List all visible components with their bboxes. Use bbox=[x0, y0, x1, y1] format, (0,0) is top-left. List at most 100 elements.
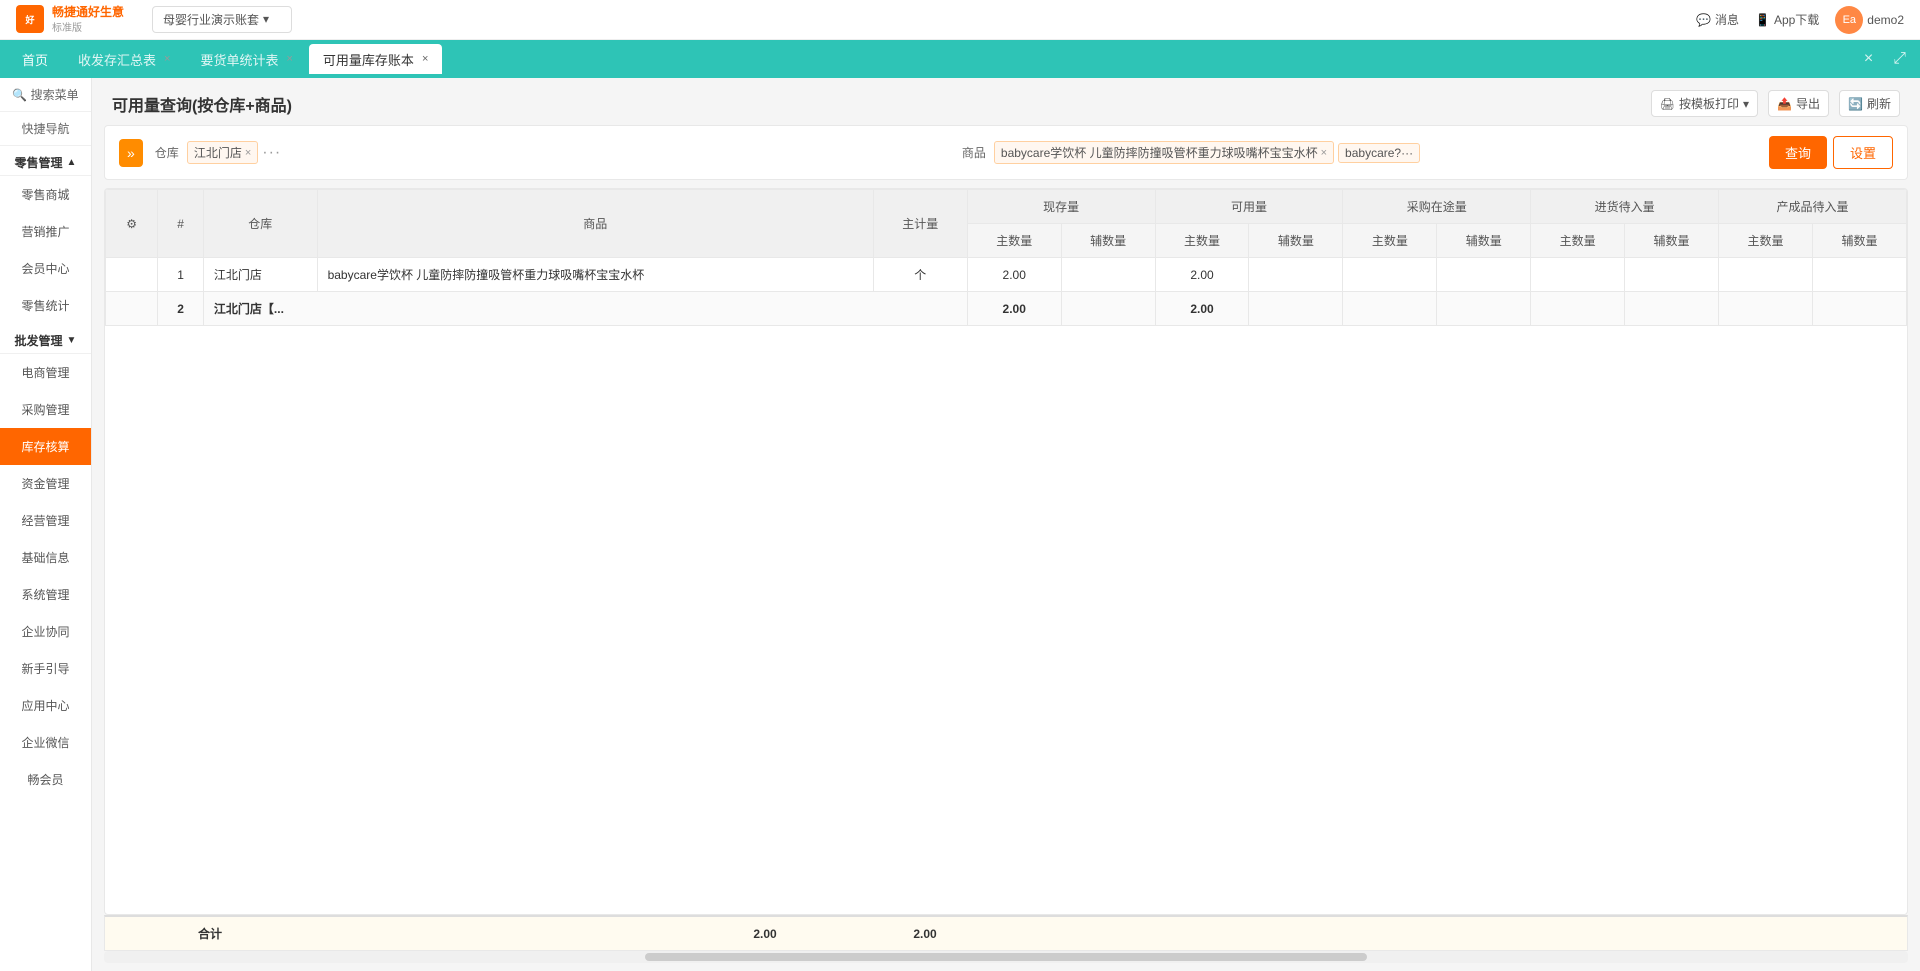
sidebar-item-marketing[interactable]: 营销推广 bbox=[0, 213, 91, 250]
brand-sub: 标准版 bbox=[52, 19, 124, 34]
group-purchase-main bbox=[1343, 292, 1437, 326]
arrow-down-icon: ▼ bbox=[67, 335, 77, 346]
stock-main-qty-header: 主数量 bbox=[967, 224, 1061, 258]
tab-receivable-summary[interactable]: 收发存汇总表 × bbox=[64, 44, 184, 74]
sidebar-item-operations[interactable]: 经营管理 bbox=[0, 502, 91, 539]
filter-product-group: 商品 babycare学饮杯 儿童防摔防撞吸管杯重力球吸嘴杯宝宝水杯 × bab… bbox=[962, 141, 1757, 164]
refresh-btn[interactable]: 🔄 刷新 bbox=[1839, 90, 1900, 117]
print-btn[interactable]: 🖨 按模板打印 ▾ bbox=[1651, 90, 1758, 117]
product-tag-2: babycare?··· bbox=[1338, 143, 1420, 163]
refresh-icon: 🔄 bbox=[1848, 97, 1863, 111]
sidebar-item-system[interactable]: 系统管理 bbox=[0, 576, 91, 613]
row-1-stock-aux bbox=[1061, 258, 1155, 292]
sidebar-item-app-center[interactable]: 应用中心 bbox=[0, 687, 91, 724]
top-bar-right: 💬 消息 📱 App下载 Ea demo2 bbox=[1696, 6, 1904, 34]
available-aux-qty-header: 辅数量 bbox=[1249, 224, 1343, 258]
row-1-purchase-aux bbox=[1437, 258, 1531, 292]
table-row: 1 江北门店 babycare学饮杯 儿童防摔防撞吸管杯重力球吸嘴杯宝宝水杯 个… bbox=[106, 258, 1907, 292]
sidebar-item-retail-stats[interactable]: 零售统计 bbox=[0, 287, 91, 324]
sidebar-item-retail-management[interactable]: 零售管理 ▲ bbox=[0, 146, 91, 176]
scrollbar-thumb[interactable] bbox=[645, 953, 1367, 961]
app-download-btn[interactable]: 📱 App下载 bbox=[1755, 11, 1819, 28]
row-1-check[interactable] bbox=[106, 258, 158, 292]
sidebar-item-guide[interactable]: 新手引导 bbox=[0, 650, 91, 687]
tab-home[interactable]: 首页 bbox=[8, 44, 62, 74]
filter-warehouse-group: 仓库 江北门店 × ··· bbox=[155, 141, 950, 164]
warehouse-tag: 江北门店 × bbox=[187, 141, 258, 164]
export-icon: 📤 bbox=[1777, 97, 1792, 111]
remove-warehouse-tag[interactable]: × bbox=[245, 147, 251, 159]
purchase-aux-qty-header: 辅数量 bbox=[1437, 224, 1531, 258]
row-1-unit: 个 bbox=[873, 258, 967, 292]
message-btn[interactable]: 💬 消息 bbox=[1696, 11, 1739, 28]
group-stock-main: 2.00 bbox=[967, 292, 1061, 326]
sidebar-item-ecommerce[interactable]: 电商管理 bbox=[0, 354, 91, 391]
sidebar-item-membership[interactable]: 会员中心 bbox=[0, 250, 91, 287]
filter-expand-btn[interactable]: » bbox=[119, 139, 143, 167]
close-tab-2[interactable]: × bbox=[286, 53, 292, 65]
tab-available-inventory[interactable]: 可用量库存账本 × bbox=[309, 44, 442, 74]
user-menu[interactable]: Ea demo2 bbox=[1835, 6, 1904, 34]
sidebar-quick-nav[interactable]: 快捷导航 bbox=[0, 112, 91, 146]
product-col-header: 商品 bbox=[317, 190, 873, 258]
inventory-table: ⚙ # 仓库 商品 主计量 现存量 可用量 采购在途量 进货待入量 产成品待入量… bbox=[105, 189, 1907, 326]
nav-right-actions: × ⤢ bbox=[1858, 48, 1912, 70]
expand-tabs-btn[interactable]: ⤢ bbox=[1887, 48, 1912, 70]
table-footer: 合计 2.00 2.00 bbox=[104, 915, 1908, 951]
industry-selector[interactable]: 母婴行业演示账套 ▾ bbox=[152, 6, 292, 33]
sidebar-search[interactable]: 🔍 搜索菜单 bbox=[0, 78, 91, 112]
settings-button[interactable]: 设置 bbox=[1833, 136, 1893, 169]
brand-name: 畅捷通好生意 bbox=[52, 5, 124, 19]
sidebar-item-retail-mall[interactable]: 零售商城 bbox=[0, 176, 91, 213]
inbound-aux-qty-header: 辅数量 bbox=[1625, 224, 1719, 258]
warehouse-filter-label: 仓库 bbox=[155, 144, 179, 161]
available-main-qty-header: 主数量 bbox=[1155, 224, 1249, 258]
sidebar-item-inventory[interactable]: 库存核算 bbox=[0, 428, 91, 465]
top-bar-left: 好 畅捷通好生意 标准版 母婴行业演示账套 ▾ bbox=[16, 5, 292, 34]
tab-order-stats[interactable]: 要货单统计表 × bbox=[186, 44, 306, 74]
sidebar-item-wholesale[interactable]: 批发管理 ▼ bbox=[0, 324, 91, 354]
group-label: 江北门店【... bbox=[203, 292, 967, 326]
stock-group-header: 现存量 bbox=[967, 190, 1155, 224]
sidebar-item-wechat[interactable]: 企业微信 bbox=[0, 724, 91, 761]
search-icon: 🔍 bbox=[12, 88, 27, 102]
product-tags: babycare学饮杯 儿童防摔防撞吸管杯重力球吸嘴杯宝宝水杯 × babyca… bbox=[994, 141, 1757, 164]
production-main-qty-header: 主数量 bbox=[1719, 224, 1813, 258]
sidebar-item-basic-info[interactable]: 基础信息 bbox=[0, 539, 91, 576]
close-tab-3[interactable]: × bbox=[422, 53, 428, 65]
settings-col-header[interactable]: ⚙ bbox=[106, 190, 158, 258]
sidebar-item-enterprise[interactable]: 企业协同 bbox=[0, 613, 91, 650]
top-bar: 好 畅捷通好生意 标准版 母婴行业演示账套 ▾ 💬 消息 📱 App下载 Ea … bbox=[0, 0, 1920, 40]
production-group-header: 产成品待入量 bbox=[1719, 190, 1907, 224]
row-1-available-main: 2.00 bbox=[1155, 258, 1249, 292]
warehouse-more-btn[interactable]: ··· bbox=[262, 144, 281, 162]
footer-stock-main: 2.00 bbox=[725, 927, 805, 941]
export-btn[interactable]: 📤 导出 bbox=[1768, 90, 1829, 117]
arrow-up-icon: ▲ bbox=[67, 157, 77, 168]
brand-info: 畅捷通好生意 标准版 bbox=[52, 5, 124, 34]
username: demo2 bbox=[1867, 13, 1904, 27]
row-1-warehouse: 江北门店 bbox=[203, 258, 317, 292]
group-check bbox=[106, 292, 158, 326]
group-inbound-aux bbox=[1625, 292, 1719, 326]
avatar: Ea bbox=[1835, 6, 1863, 34]
index-col-header: # bbox=[158, 190, 204, 258]
remove-product-tag-1[interactable]: × bbox=[1321, 147, 1327, 159]
main-layout: 🔍 搜索菜单 快捷导航 零售管理 ▲ 零售商城 营销推广 会员中心 零售统计 批… bbox=[0, 78, 1920, 971]
horizontal-scrollbar[interactable] bbox=[104, 951, 1908, 963]
group-purchase-aux bbox=[1437, 292, 1531, 326]
row-1-available-aux bbox=[1249, 258, 1343, 292]
query-button[interactable]: 查询 bbox=[1769, 136, 1827, 169]
row-1-stock-main: 2.00 bbox=[967, 258, 1061, 292]
close-tab-1[interactable]: × bbox=[164, 53, 170, 65]
footer-label: 合计 bbox=[115, 925, 305, 942]
row-1-inbound-main bbox=[1531, 258, 1625, 292]
sidebar-item-member[interactable]: 畅会员 bbox=[0, 761, 91, 798]
sidebar-item-purchase[interactable]: 采购管理 bbox=[0, 391, 91, 428]
purchase-main-qty-header: 主数量 bbox=[1343, 224, 1437, 258]
inbound-group-header: 进货待入量 bbox=[1531, 190, 1719, 224]
close-all-tabs-btn[interactable]: × bbox=[1858, 48, 1879, 70]
table-container: ⚙ # 仓库 商品 主计量 现存量 可用量 采购在途量 进货待入量 产成品待入量… bbox=[104, 188, 1908, 915]
sidebar-item-finance[interactable]: 资金管理 bbox=[0, 465, 91, 502]
product-tag-1: babycare学饮杯 儿童防摔防撞吸管杯重力球吸嘴杯宝宝水杯 × bbox=[994, 141, 1334, 164]
